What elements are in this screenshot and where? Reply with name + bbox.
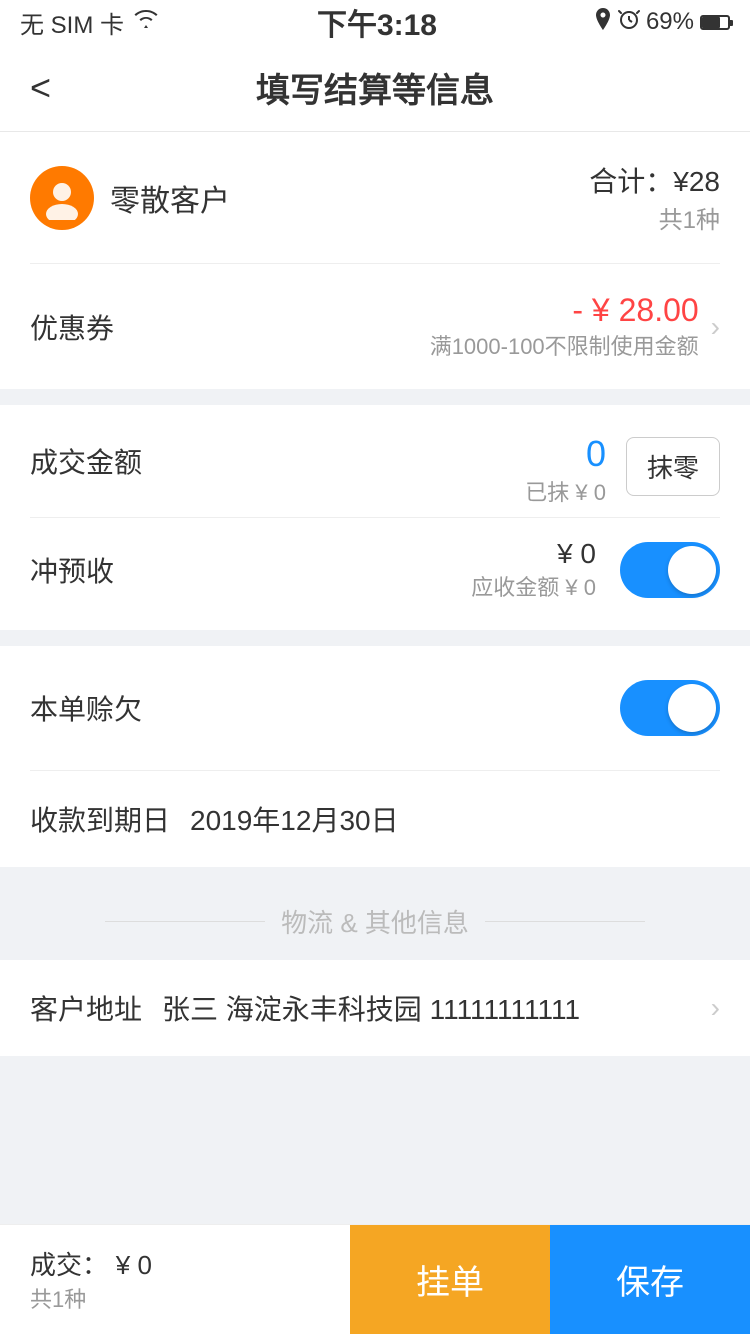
customer-row: 零散客户 合计：¥28 共1种 [0,132,750,263]
customer-name: 零散客户 [110,176,230,220]
wifi-icon [132,8,160,36]
status-left: 无 SIM 卡 [20,5,160,40]
duedate-label: 收款到期日 [30,799,170,839]
bottom-summary: 成交： ¥ 0 共1种 [0,1245,350,1314]
prereceive-amount-wrap: ¥ 0 应收金额 ¥ 0 [471,538,596,602]
customer-left: 零散客户 [30,166,230,230]
logistics-label: 物流 & 其他信息 [281,903,469,940]
debt-section: 本单赊欠 收款到期日 2019年12月30日 [0,646,750,867]
content-area: 零散客户 合计：¥28 共1种 优惠券 - ¥ 28.00 满1000-100不… [0,132,750,1192]
prereceive-label: 冲预收 [30,550,114,590]
debt-row: 本单赊欠 [0,646,750,770]
bottom-deal-value: ¥ 0 [116,1250,152,1280]
status-time: 下午3:18 [317,0,437,44]
customer-total: 合计：¥28 共1种 [589,160,720,235]
debt-toggle[interactable] [620,680,720,736]
chevron-right-icon: › [711,311,720,343]
coupon-row[interactable]: 优惠券 - ¥ 28.00 满1000-100不限制使用金额 › [0,264,750,389]
prereceive-sub: 应收金额 ¥ 0 [471,570,596,602]
deal-right: 0 已抹 ¥ 0 抹零 [525,433,720,507]
debt-toggle-knob [668,684,716,732]
battery-text: 69% [646,8,694,36]
deal-amount-row: 成交金额 0 已抹 ¥ 0 抹零 [0,405,750,517]
prereceive-toggle[interactable] [620,542,720,598]
bottom-deal-label: 成交： [30,1250,108,1280]
save-button-label: 保存 [616,1255,684,1304]
total-count: 共1种 [589,200,720,235]
bottom-bar: 成交： ¥ 0 共1种 挂单 保存 [0,1224,750,1334]
logistics-line: 物流 & 其他信息 [0,903,750,940]
page-title: 填写结算等信息 [256,63,494,112]
coupon-desc: 满1000-100不限制使用金额 [430,329,699,361]
logistics-divider: 物流 & 其他信息 [0,883,750,960]
deal-sub: 已抹 ¥ 0 [525,475,606,507]
bottom-deal-row: 成交： ¥ 0 [30,1245,320,1282]
duedate-row: 收款到期日 2019年12月30日 [0,771,750,867]
status-right: 69% [594,8,730,37]
address-label: 客户地址 [30,988,142,1028]
carrier-text: 无 SIM 卡 [20,5,124,40]
coupon-right-text: - ¥ 28.00 满1000-100不限制使用金额 [430,292,699,361]
total-amount: 合计：¥28 [589,160,720,200]
address-section: 客户地址 张三 海淀永丰科技园 11111111111 › [0,960,750,1056]
coupon-right: - ¥ 28.00 满1000-100不限制使用金额 › [430,292,720,361]
address-value: 张三 海淀永丰科技园 11111111111 [162,988,711,1028]
duedate-value: 2019年12月30日 [190,799,399,839]
prereceive-right: ¥ 0 应收金额 ¥ 0 [471,538,720,602]
address-row[interactable]: 客户地址 张三 海淀永丰科技园 11111111111 › [0,960,750,1056]
back-button[interactable]: < [30,67,71,109]
deal-amount-label: 成交金额 [30,433,142,481]
coupon-label: 优惠券 [30,307,114,347]
address-chevron-icon: › [711,992,720,1024]
save-button[interactable]: 保存 [550,1225,750,1334]
nav-bar: < 填写结算等信息 [0,44,750,132]
toggle-knob [668,546,716,594]
deal-value: 0 [525,433,606,475]
deal-section: 成交金额 0 已抹 ¥ 0 抹零 冲预收 ¥ 0 应收金额 ¥ 0 [0,405,750,630]
deal-value-wrap: 0 已抹 ¥ 0 [525,433,606,507]
avatar [30,166,94,230]
hold-button-label: 挂单 [416,1255,484,1304]
bottom-count: 共1种 [30,1282,320,1314]
location-icon [594,8,612,37]
hold-button[interactable]: 挂单 [350,1225,550,1334]
battery-icon [700,15,730,30]
round-zero-button[interactable]: 抹零 [626,437,720,496]
prereceive-row: 冲预收 ¥ 0 应收金额 ¥ 0 [0,518,750,630]
customer-section: 零散客户 合计：¥28 共1种 优惠券 - ¥ 28.00 满1000-100不… [0,132,750,389]
alarm-icon [618,8,640,37]
debt-label: 本单赊欠 [30,688,142,728]
status-bar: 无 SIM 卡 下午3:18 69% [0,0,750,44]
coupon-discount: - ¥ 28.00 [430,292,699,329]
prereceive-amount: ¥ 0 [471,538,596,570]
